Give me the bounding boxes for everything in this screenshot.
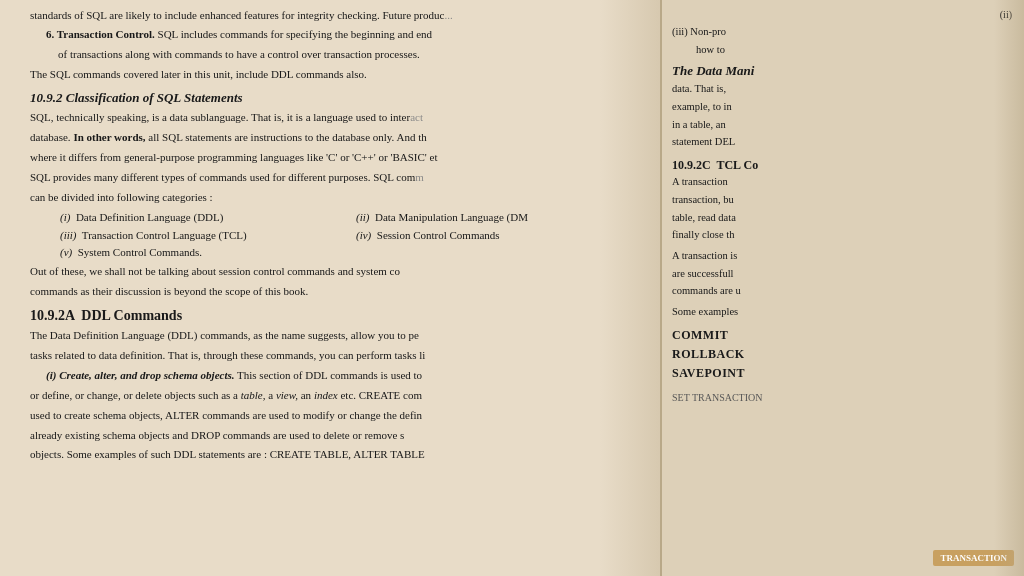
para1: SQL, technically speaking, is a data sub…	[30, 110, 642, 126]
right-savepoint: SAVEPOINT	[672, 366, 1012, 381]
ddl-para3: used to create schema objects, ALTER com…	[30, 408, 642, 424]
list-item-iv: (iv) Session Control Commands	[356, 227, 642, 244]
sql-categories-list: (i) Data Definition Language (DDL) (ii) …	[60, 209, 642, 261]
section-heading-10-9-2: 10.9.2 Classification of SQL Statements	[30, 90, 642, 106]
right-data-mani-title: The Data Mani	[672, 63, 1012, 79]
ddl-para4: already existing schema objects and DROP…	[30, 428, 642, 444]
right-transaction-badge: TRANSACTION	[933, 550, 1014, 566]
list-item-i: (i) Data Definition Language (DDL)	[60, 209, 346, 226]
para1b: database. In other words, all SQL statem…	[30, 130, 642, 146]
right-example-to: example, to in	[672, 100, 1012, 115]
right-commands-are: commands are u	[672, 284, 1012, 299]
right-top-ii: (ii)	[672, 8, 1012, 22]
right-how-to: how to	[672, 43, 1012, 58]
section-heading-10-9-2A: 10.9.2A DDL Commands	[30, 308, 642, 324]
para3b: commands as their discussion is beyond t…	[30, 284, 642, 300]
right-data-that-is: data. That is,	[672, 82, 1012, 97]
right-non-pro: (iii) Non-pro	[672, 25, 1012, 40]
right-tcl-transaction-b: transaction, bu	[672, 193, 1012, 208]
right-tcl-transaction: A transaction	[672, 175, 1012, 190]
sql-commands-note: The SQL commands covered later in this u…	[30, 67, 642, 83]
ddl-para1: The Data Definition Language (DDL) comma…	[30, 328, 642, 344]
list-item-v: (v) System Control Commands.	[60, 244, 346, 261]
ddl-para2: or define, or change, or delete objects …	[30, 388, 642, 404]
ddl-sub-i: (i) Create, alter, and drop schema objec…	[30, 368, 642, 384]
item-6: 6. Transaction Control. SQL includes com…	[30, 27, 642, 43]
para1c: where it differs from general-purpose pr…	[30, 150, 642, 166]
item-6-cont: of transactions along with commands to h…	[30, 47, 642, 63]
top-line-1: standards of SQL are likely to include e…	[30, 8, 642, 24]
list-item-iii: (iii) Transaction Control Language (TCL)	[60, 227, 346, 244]
ddl-para5: objects. Some examples of such DDL state…	[30, 447, 642, 463]
right-set-transaction: SET TRANSACTION	[672, 391, 1012, 405]
right-page: (ii) (iii) Non-pro how to The Data Mani …	[660, 0, 1024, 576]
right-in-table: in a table, an	[672, 118, 1012, 133]
para2: SQL provides many different types of com…	[30, 170, 642, 186]
right-section-tcl: 10.9.2C TCL Co	[672, 158, 1012, 173]
right-statement-del: statement DEL	[672, 135, 1012, 150]
para2b: can be divided into following categories…	[30, 190, 642, 206]
right-some-examples: Some examples	[672, 305, 1012, 320]
list-item-ii: (ii) Data Manipulation Language (DM	[356, 209, 642, 226]
right-tcl-finally: finally close th	[672, 228, 1012, 243]
right-successfull: are successfull	[672, 267, 1012, 282]
right-rollback: ROLLBACK	[672, 347, 1012, 362]
right-tcl-table: table, read data	[672, 211, 1012, 226]
ddl-para1b: tasks related to data definition. That i…	[30, 348, 642, 364]
para3: Out of these, we shall not be talking ab…	[30, 264, 642, 280]
right-commit: COMMIT	[672, 328, 1012, 343]
right-transaction-is: A transaction is	[672, 249, 1012, 264]
left-page: standards of SQL are likely to include e…	[0, 0, 660, 576]
